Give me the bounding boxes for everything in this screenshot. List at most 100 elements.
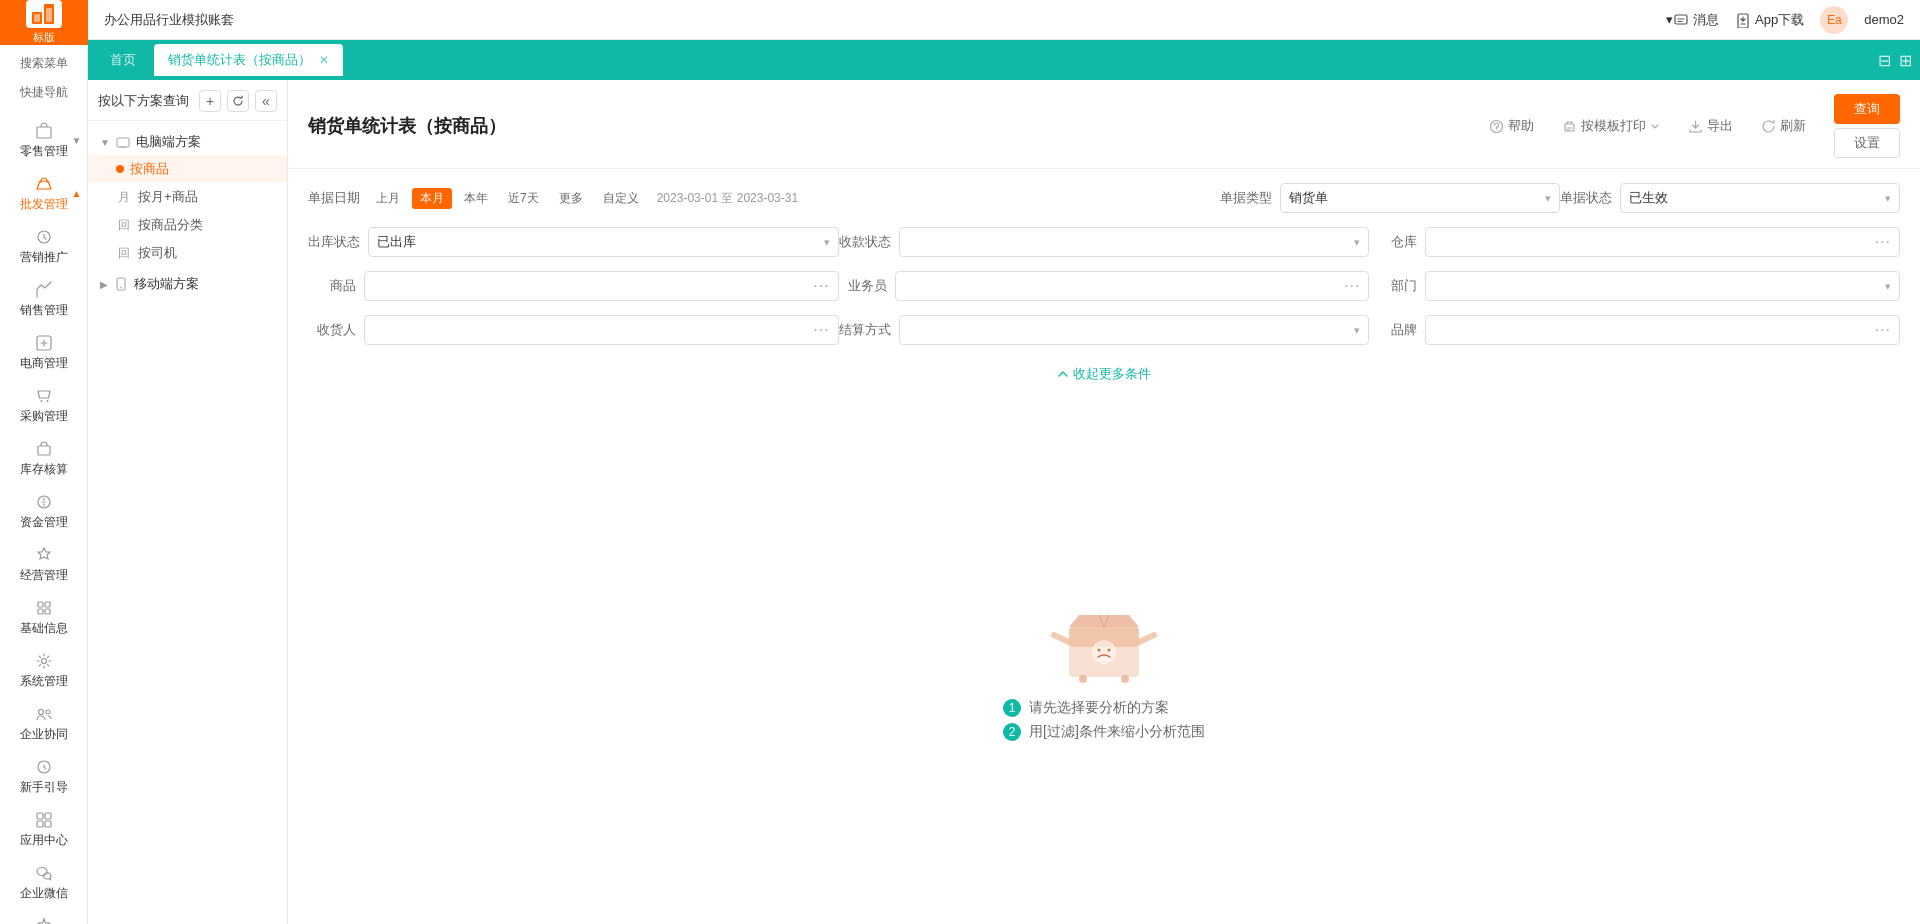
- svg-point-29: [1496, 129, 1497, 130]
- tabbar: 首页 销货单统计表（按商品） ✕ ⊟ ⊞: [88, 40, 1920, 80]
- date-tab-7days[interactable]: 近7天: [500, 188, 547, 209]
- stockout-value: 已出库: [377, 233, 820, 251]
- help-label: 帮助: [1508, 117, 1534, 135]
- app-download-label: App下载: [1755, 11, 1804, 29]
- tree-group-mobile-label[interactable]: ▶ 移动端方案: [88, 271, 287, 297]
- sidebar-item-management[interactable]: 经营管理: [0, 537, 88, 590]
- sidebar-item-system[interactable]: 系统管理: [0, 643, 88, 696]
- app-logo[interactable]: 标版: [0, 0, 88, 45]
- sidebar-item-collab[interactable]: 企业协同: [0, 696, 88, 749]
- user-avatar[interactable]: Ea: [1820, 6, 1848, 34]
- filter-salesperson: 业务员 ···: [839, 271, 1370, 301]
- help-btn[interactable]: 帮助: [1481, 113, 1542, 139]
- date-tab-custom[interactable]: 自定义: [595, 188, 647, 209]
- tree-group-mobile: ▶ 移动端方案: [88, 271, 287, 297]
- tree-item-by-driver[interactable]: 回 按司机: [88, 239, 287, 267]
- sidebar-item-sales[interactable]: 销售管理: [0, 272, 88, 325]
- export-btn[interactable]: 导出: [1680, 113, 1741, 139]
- refresh-scheme-btn[interactable]: [227, 90, 249, 112]
- minimize-icon[interactable]: ⊟: [1878, 51, 1891, 70]
- ecommerce-icon: [34, 333, 54, 353]
- sidebar-item-ecommerce[interactable]: 电商管理: [0, 325, 88, 378]
- consignee-control[interactable]: ···: [364, 315, 839, 345]
- svg-rect-20: [37, 821, 43, 827]
- date-tab-this-year[interactable]: 本年: [456, 188, 496, 209]
- dept-control[interactable]: ▾: [1425, 271, 1900, 301]
- settings-btn[interactable]: 设置: [1834, 128, 1900, 158]
- marketing-icon: [34, 227, 54, 247]
- stockout-control[interactable]: 已出库 ▾: [368, 227, 839, 257]
- tree-item-by-goods[interactable]: 按商品: [88, 155, 287, 183]
- receipt-dropdown-icon: ▾: [1354, 236, 1360, 249]
- sidebar-item-finance[interactable]: 资金管理: [0, 484, 88, 537]
- salesperson-control[interactable]: ···: [895, 271, 1370, 301]
- sidebar-item-appcenter[interactable]: 应用中心: [0, 802, 88, 855]
- basic-icon: [34, 598, 54, 618]
- sidebar-item-marketing[interactable]: 营销推广: [0, 219, 88, 272]
- filter-type: 单据类型 销货单 ▾: [1220, 183, 1560, 213]
- tree-group-desktop-label[interactable]: ▼ 电脑端方案: [88, 129, 287, 155]
- brand-control[interactable]: ···: [1425, 315, 1900, 345]
- filter-warehouse: 仓库 ···: [1369, 227, 1900, 257]
- type-control[interactable]: 销货单 ▾: [1280, 183, 1560, 213]
- svg-point-8: [46, 400, 48, 402]
- quick-nav[interactable]: 快捷导航: [20, 78, 68, 105]
- search-menu[interactable]: 搜索菜单: [20, 45, 68, 78]
- right-panel: 销货单统计表（按商品） 帮助 按模板打印 导出: [288, 80, 1920, 924]
- svg-rect-9: [38, 446, 50, 455]
- username[interactable]: demo2: [1864, 12, 1904, 27]
- member-icon: [34, 916, 54, 924]
- tab-close-icon[interactable]: ✕: [319, 53, 329, 67]
- left-panel-title: 按以下方案查询: [98, 92, 193, 110]
- query-btn[interactable]: 查询: [1834, 94, 1900, 124]
- sidebar-item-label-purchase: 采购管理: [20, 408, 68, 425]
- tab-home-label: 首页: [110, 51, 136, 69]
- warehouse-control[interactable]: ···: [1425, 227, 1900, 257]
- sidebar-item-basic[interactable]: 基础信息: [0, 590, 88, 643]
- date-tab-more[interactable]: 更多: [551, 188, 591, 209]
- stockout-dropdown-icon: ▾: [824, 236, 830, 249]
- tree-item-month-goods[interactable]: 月 按月+商品: [88, 183, 287, 211]
- tab-sales-stat[interactable]: 销货单统计表（按商品） ✕: [154, 44, 343, 76]
- sidebar-item-label-finance: 资金管理: [20, 514, 68, 531]
- payment-control[interactable]: ▾: [899, 315, 1370, 345]
- sidebar-item-label-appcenter: 应用中心: [20, 832, 68, 849]
- goods-more-icon: ···: [813, 277, 829, 295]
- sidebar-item-purchase[interactable]: 采购管理: [0, 378, 88, 431]
- appcenter-icon: [34, 810, 54, 830]
- add-scheme-btn[interactable]: +: [199, 90, 221, 112]
- sidebar-item-label-collab: 企业协同: [20, 726, 68, 743]
- sidebar-item-label-sales: 销售管理: [20, 302, 68, 319]
- sidebar-item-wholesale[interactable]: 批发管理 ▲: [0, 166, 88, 219]
- collapse-bar[interactable]: 收起更多条件: [308, 359, 1900, 393]
- message-btn[interactable]: 消息: [1673, 11, 1719, 29]
- status-control[interactable]: 已生效 ▾: [1620, 183, 1900, 213]
- tab-home[interactable]: 首页: [96, 44, 150, 76]
- industry-dropdown[interactable]: ▾: [1666, 12, 1673, 27]
- maximize-icon[interactable]: ⊞: [1899, 51, 1912, 70]
- sidebar-item-wechat[interactable]: 企业微信: [0, 855, 88, 908]
- svg-point-16: [38, 710, 43, 715]
- sidebar-item-member[interactable]: 畅会员: [0, 908, 88, 924]
- sales-icon: [34, 280, 54, 300]
- date-tab-last-month[interactable]: 上月: [368, 188, 408, 209]
- collapse-panel-btn[interactable]: «: [255, 90, 277, 112]
- sidebar-item-retail[interactable]: 零售管理 ▼: [0, 113, 88, 166]
- goods-control[interactable]: ···: [364, 271, 839, 301]
- sidebar-item-inventory[interactable]: 库存核算: [0, 431, 88, 484]
- svg-rect-14: [45, 609, 50, 614]
- svg-point-34: [1098, 648, 1101, 651]
- tabbar-right: ⊟ ⊞: [1878, 51, 1912, 70]
- date-tab-this-month[interactable]: 本月: [412, 188, 452, 209]
- dept-label: 部门: [1369, 277, 1425, 295]
- sidebar-item-newbie[interactable]: 新手引导: [0, 749, 88, 802]
- receipt-control[interactable]: ▾: [899, 227, 1370, 257]
- tree-item-by-category[interactable]: 回 按商品分类: [88, 211, 287, 239]
- page-actions: 帮助 按模板打印 导出 刷新: [1481, 94, 1900, 158]
- tip-text-1: 请先选择要分析的方案: [1029, 699, 1169, 717]
- app-download-btn[interactable]: App下载: [1735, 11, 1804, 29]
- filter-row-2: 出库状态 已出库 ▾ 收款状态 ▾ 仓库: [308, 227, 1900, 257]
- chevron-down-icon: ▲: [72, 187, 82, 198]
- refresh-btn[interactable]: 刷新: [1753, 113, 1814, 139]
- print-btn[interactable]: 按模板打印: [1554, 113, 1668, 139]
